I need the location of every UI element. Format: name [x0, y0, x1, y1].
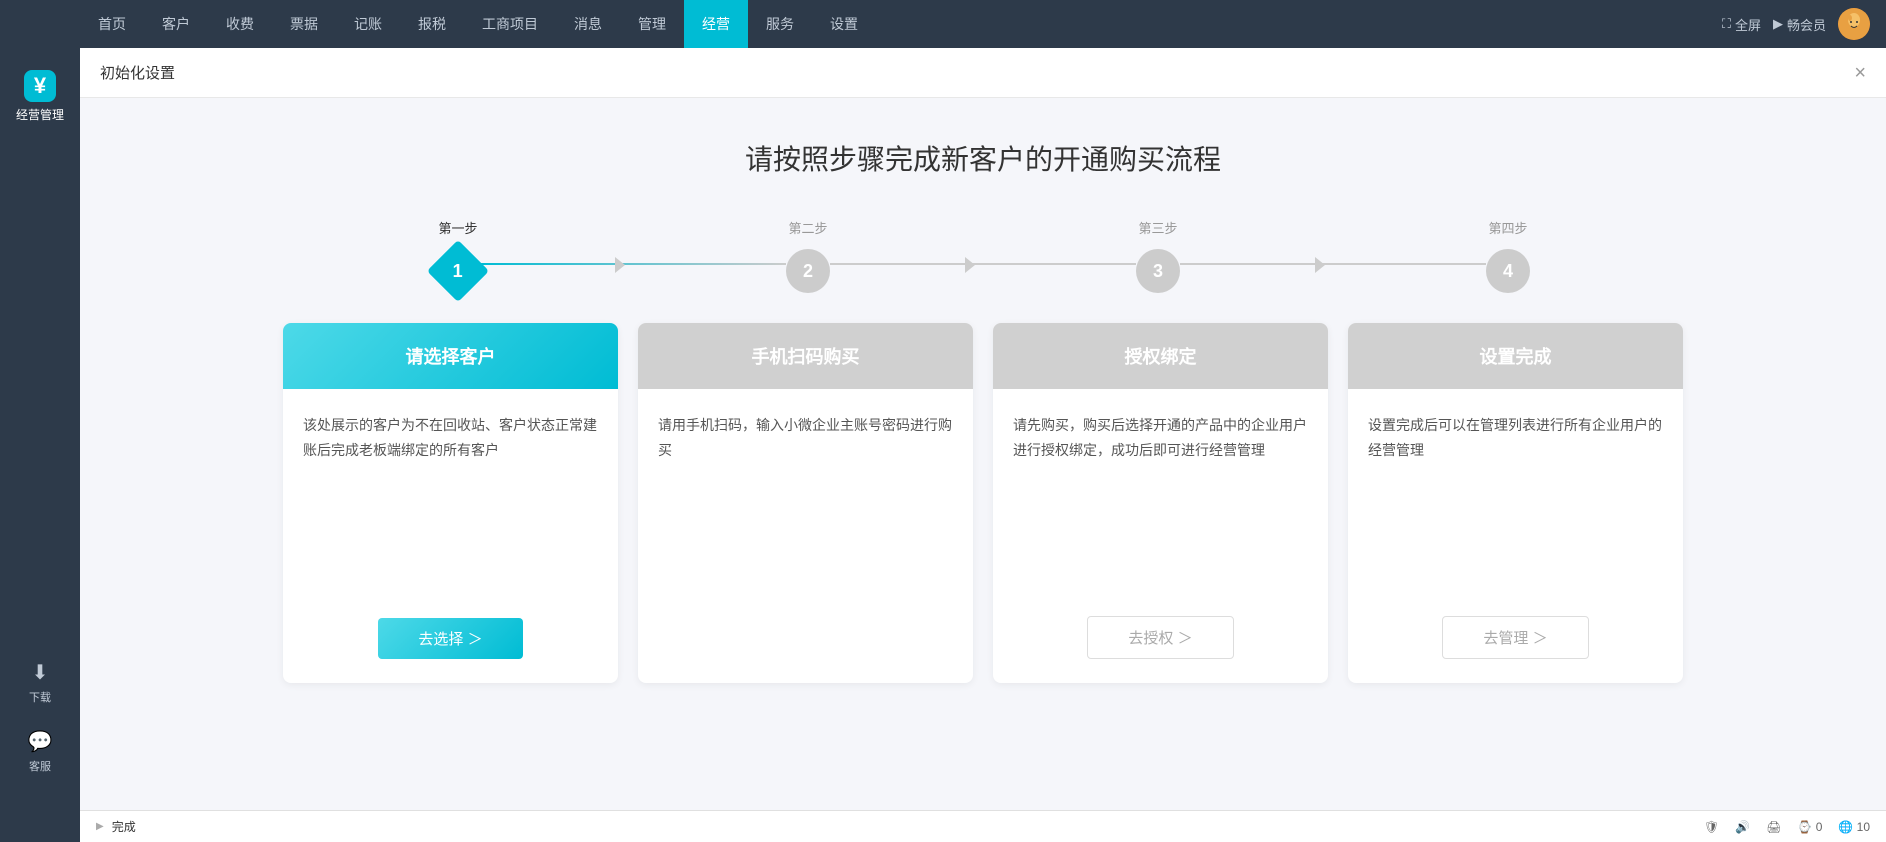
- avatar[interactable]: [1838, 8, 1870, 40]
- play-icon: ▶: [96, 821, 104, 832]
- nav-item-首页[interactable]: 首页: [80, 0, 144, 48]
- fullscreen-icon: ⛶: [1722, 16, 1731, 32]
- cards-container: 请选择客户该处展示的客户为不在回收站、客户状态正常建账后完成老板端绑定的所有客户…: [283, 323, 1683, 683]
- wizard-title: 请按照步骤完成新客户的开通购买流程: [745, 138, 1221, 178]
- step-connector-2: [830, 263, 1136, 265]
- step-circle-1: 1: [427, 240, 489, 302]
- step-2: 第二步 2: [633, 218, 983, 293]
- nav-item-记账[interactable]: 记账: [336, 0, 400, 48]
- download-icon: ⬇: [32, 660, 49, 685]
- watch-status: ⌚ 0: [1797, 820, 1822, 834]
- card-footer-4: 去管理 ＞: [1348, 600, 1683, 683]
- fullscreen-btn[interactable]: ⛶ 全屏: [1722, 15, 1761, 34]
- shield-status: 🛡: [1704, 820, 1719, 834]
- nav-item-报税[interactable]: 报税: [400, 0, 464, 48]
- step-card-4: 设置完成设置完成后可以在管理列表进行所有企业用户的经营管理去管理 ＞: [1348, 323, 1683, 683]
- sidebar-service[interactable]: 💬 客服: [4, 721, 76, 782]
- step-circle-2: 2: [786, 249, 830, 293]
- step-label-2: 第二步: [788, 218, 827, 237]
- nav-item-设置[interactable]: 设置: [812, 0, 876, 48]
- sidebar: ¥ 经营管理 ⬇ 下载 💬 客服: [0, 48, 80, 842]
- nav-items: 首页客户收费票据记账报税工商项目消息管理经营服务设置: [80, 0, 1722, 48]
- nav-item-服务[interactable]: 服务: [748, 0, 812, 48]
- network-status: 🌐 10: [1838, 820, 1870, 834]
- step-card-3: 授权绑定请先购买，购买后选择开通的产品中的企业用户进行授权绑定，成功后即可进行经…: [993, 323, 1328, 683]
- step-card-1: 请选择客户该处展示的客户为不在回收站、客户状态正常建账后完成老板端绑定的所有客户…: [283, 323, 618, 683]
- sidebar-item-management[interactable]: ¥ 经营管理: [4, 60, 76, 133]
- sidebar-bottom: ⬇ 下载 💬 客服: [4, 652, 76, 782]
- step-card-2: 手机扫码购买请用手机扫码，输入小微企业主账号密码进行购买: [638, 323, 973, 683]
- fullscreen-label: 全屏: [1735, 15, 1761, 34]
- vip-btn[interactable]: ▶ 畅会员: [1773, 15, 1826, 34]
- nav-item-票据[interactable]: 票据: [272, 0, 336, 48]
- main-content: 初始化设置 × 请按照步骤完成新客户的开通购买流程 第一步1第二步2第三步3第四…: [80, 48, 1886, 810]
- steps-container: 第一步1 第二步 2 第三步 3 第四步 4: [283, 218, 1683, 293]
- card-body-3: 请先购买，购买后选择开通的产品中的企业用户进行授权绑定，成功后即可进行经营管理: [993, 389, 1328, 600]
- card-header-4: 设置完成: [1348, 323, 1683, 389]
- nav-item-客户[interactable]: 客户: [144, 0, 208, 48]
- status-label: 完成: [112, 818, 136, 835]
- vip-label: 畅会员: [1787, 15, 1826, 34]
- step-circle-3: 3: [1136, 249, 1180, 293]
- sidebar-download[interactable]: ⬇ 下载: [4, 652, 76, 713]
- nav-right: ⛶ 全屏 ▶ 畅会员: [1722, 8, 1886, 40]
- card-header-2: 手机扫码购买: [638, 323, 973, 389]
- money-icon: ¥: [24, 70, 56, 102]
- step-arrow-2: [965, 257, 975, 273]
- step-3: 第三步 3: [983, 218, 1333, 293]
- step-connector-3: [1180, 263, 1486, 265]
- card-btn-1[interactable]: 去选择 ＞: [378, 618, 522, 659]
- wizard-area: 请按照步骤完成新客户的开通购买流程 第一步1第二步2第三步3第四步4 请选择客户…: [80, 98, 1886, 713]
- card-body-2: 请用手机扫码，输入小微企业主账号密码进行购买: [638, 389, 973, 683]
- status-right-icons: 🛡 🔊 🖨 ⌚ 0 🌐 10: [1704, 820, 1870, 834]
- card-header-3: 授权绑定: [993, 323, 1328, 389]
- play-icon: ▶: [1773, 16, 1783, 32]
- card-btn-3[interactable]: 去授权 ＞: [1087, 616, 1233, 659]
- card-body-1: 该处展示的客户为不在回收站、客户状态正常建账后完成老板端绑定的所有客户: [283, 389, 618, 602]
- step-4: 第四步 4: [1333, 218, 1683, 293]
- step-label-1: 第一步: [438, 218, 477, 237]
- service-label: 客服: [29, 758, 51, 774]
- nav-item-经营[interactable]: 经营: [684, 0, 748, 48]
- top-nav: 首页客户收费票据记账报税工商项目消息管理经营服务设置 ⛶ 全屏 ▶ 畅会员: [0, 0, 1886, 48]
- content-header: 初始化设置 ×: [80, 48, 1886, 98]
- step-connector-1: [480, 263, 786, 265]
- step-label-4: 第四步: [1488, 218, 1527, 237]
- nav-item-管理[interactable]: 管理: [620, 0, 684, 48]
- page-title: 初始化设置: [100, 62, 175, 83]
- nav-item-工商项目[interactable]: 工商项目: [464, 0, 556, 48]
- card-body-4: 设置完成后可以在管理列表进行所有企业用户的经营管理: [1348, 389, 1683, 600]
- nav-item-收费[interactable]: 收费: [208, 0, 272, 48]
- step-1: 第一步1: [283, 218, 633, 293]
- step-circle-4: 4: [1486, 249, 1530, 293]
- sound-status: 🔊: [1735, 820, 1750, 834]
- nav-item-消息[interactable]: 消息: [556, 0, 620, 48]
- printer-status: 🖨: [1766, 820, 1781, 834]
- card-footer-1: 去选择 ＞: [283, 602, 618, 683]
- card-footer-3: 去授权 ＞: [993, 600, 1328, 683]
- status-bar: ▶ 完成 🛡 🔊 🖨 ⌚ 0 🌐 10: [80, 810, 1886, 842]
- download-label: 下载: [29, 689, 51, 705]
- step-arrow-1: [615, 257, 625, 273]
- card-btn-4[interactable]: 去管理 ＞: [1442, 616, 1588, 659]
- step-arrow-3: [1315, 257, 1325, 273]
- card-header-1: 请选择客户: [283, 323, 618, 389]
- service-icon: 💬: [28, 729, 53, 754]
- step-label-3: 第三步: [1138, 218, 1177, 237]
- sidebar-item-label: 经营管理: [16, 106, 64, 123]
- close-button[interactable]: ×: [1854, 63, 1866, 83]
